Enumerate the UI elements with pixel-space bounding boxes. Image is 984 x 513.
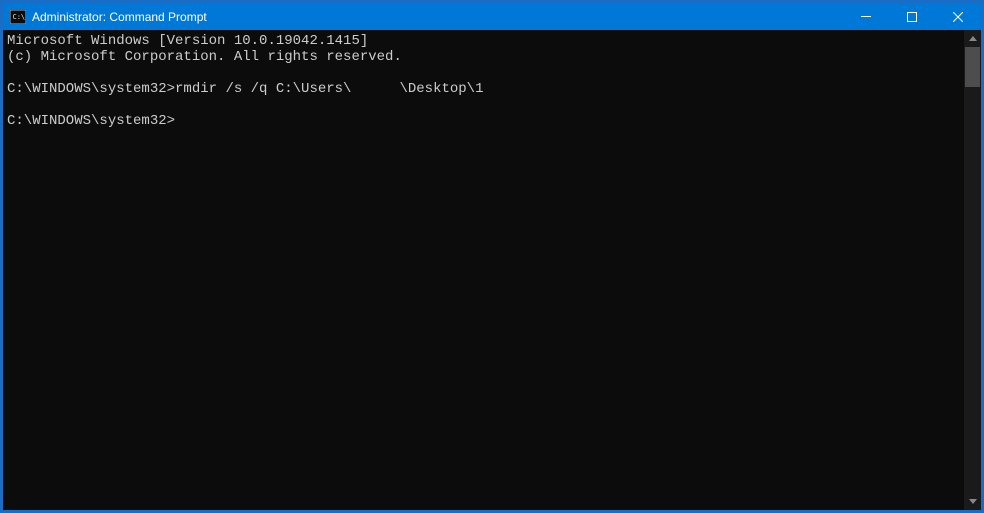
prompt-2: C:\WINDOWS\system32> (7, 113, 175, 129)
titlebar[interactable]: C:\ Administrator: Command Prompt (3, 3, 981, 30)
maximize-button[interactable] (889, 3, 935, 30)
os-version-line: Microsoft Windows [Version 10.0.19042.14… (7, 33, 960, 49)
vertical-scrollbar[interactable] (964, 30, 981, 510)
blank-line-2 (7, 97, 960, 113)
scroll-down-button[interactable] (964, 493, 981, 510)
cmd1-part2: \Desktop\1 (399, 81, 483, 97)
window-title: Administrator: Command Prompt (32, 10, 207, 24)
blank-line (7, 65, 960, 81)
scroll-up-button[interactable] (964, 30, 981, 47)
copyright-line: (c) Microsoft Corporation. All rights re… (7, 49, 960, 65)
redacted-username (351, 83, 399, 97)
terminal-area: Microsoft Windows [Version 10.0.19042.14… (3, 30, 981, 510)
cmd1-part1: rmdir /s /q C:\Users\ (175, 81, 351, 97)
close-icon (953, 12, 963, 22)
minimize-icon (861, 16, 871, 17)
window: C:\ Administrator: Command Prompt Micros… (3, 3, 981, 510)
close-button[interactable] (935, 3, 981, 30)
prompt-1: C:\WINDOWS\system32> (7, 81, 175, 97)
prompt-line-2: C:\WINDOWS\system32> (7, 113, 960, 129)
terminal[interactable]: Microsoft Windows [Version 10.0.19042.14… (3, 30, 964, 510)
scroll-thumb[interactable] (965, 47, 980, 87)
app-icon: C:\ (10, 10, 26, 24)
chevron-down-icon (969, 499, 977, 504)
chevron-up-icon (969, 36, 977, 41)
svg-text:C:\: C:\ (13, 13, 26, 21)
minimize-button[interactable] (843, 3, 889, 30)
maximize-icon (907, 12, 917, 22)
command-line-1: C:\WINDOWS\system32>rmdir /s /q C:\Users… (7, 81, 960, 97)
